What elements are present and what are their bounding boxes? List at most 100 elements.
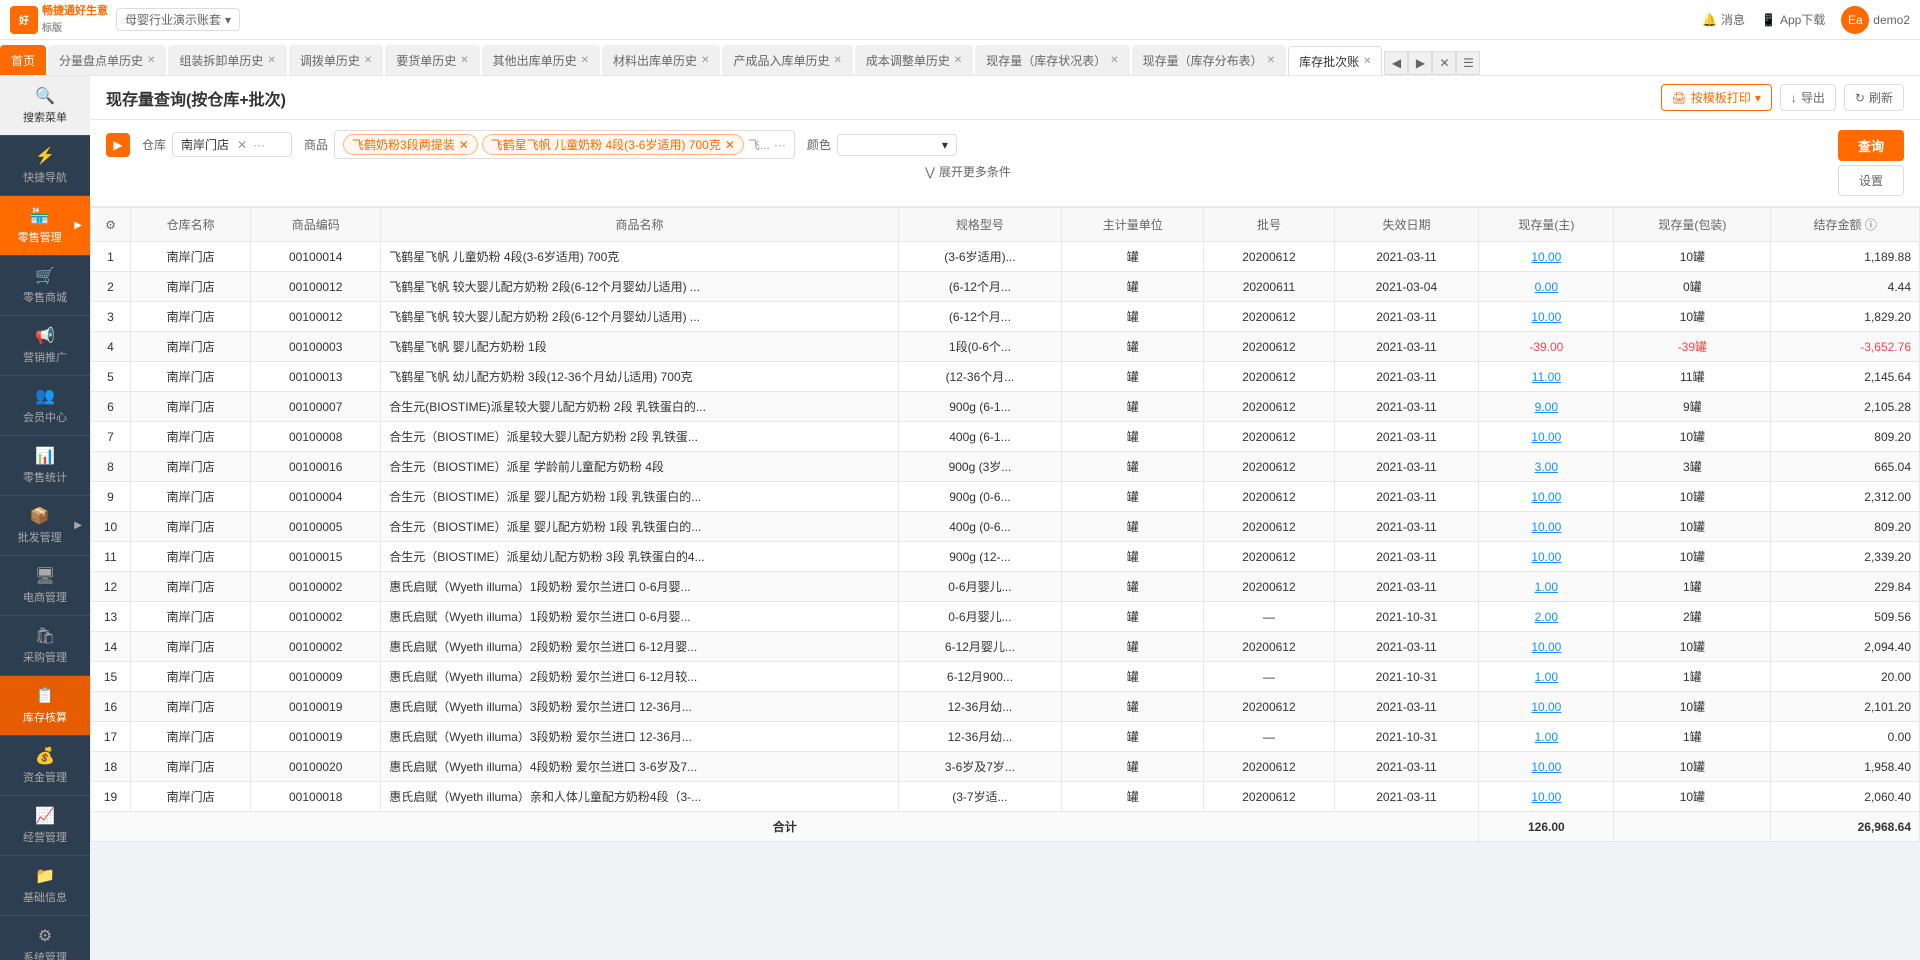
row-qty-main[interactable]: 3.00 bbox=[1479, 452, 1614, 482]
close-icon[interactable]: ✕ bbox=[267, 55, 275, 66]
product-tag-2[interactable]: 飞鹤星飞帆 儿童奶粉 4段(3-6岁适用) 700克 ✕ bbox=[482, 134, 744, 155]
col-qty-main: 现存量(主) bbox=[1479, 208, 1614, 242]
close-icon[interactable]: ✕ bbox=[1363, 56, 1371, 67]
sidebar-item-wholesale[interactable]: 📦 批发管理 ▶ bbox=[0, 496, 90, 556]
user-area[interactable]: Ea demo2 bbox=[1841, 6, 1910, 34]
tab-zu-chai[interactable]: 组装拆卸单历史 ✕ bbox=[168, 45, 286, 75]
row-qty-main[interactable]: 1.00 bbox=[1479, 662, 1614, 692]
table-row: 13 南岸门店 00100002 惠氏启赋（Wyeth illuma）1段奶粉 … bbox=[91, 602, 1920, 632]
row-qty-main[interactable]: 2.00 bbox=[1479, 602, 1614, 632]
product-tag-1[interactable]: 飞鹤奶粉3段两提装 ✕ bbox=[343, 134, 478, 155]
tab-home[interactable]: 首页 bbox=[0, 45, 46, 75]
sidebar-item-purchase[interactable]: 🛍 采购管理 bbox=[0, 616, 90, 676]
query-button[interactable]: 查询 bbox=[1838, 130, 1904, 161]
tab-cheng-ben[interactable]: 成本调整单历史 ✕ bbox=[855, 45, 973, 75]
tab-ku-cun-zhuang[interactable]: 现存量（库存状况表） ✕ bbox=[975, 45, 1129, 75]
tab-yao-huo[interactable]: 要货单历史 ✕ bbox=[385, 45, 479, 75]
row-qty-pkg: 1罐 bbox=[1614, 662, 1771, 692]
template-print-button[interactable]: 🖨 按模板打印 ▾ bbox=[1661, 84, 1772, 111]
nav-arrow-left[interactable]: ◀ bbox=[1384, 51, 1408, 75]
nav-close-all[interactable]: ✕ bbox=[1432, 51, 1456, 75]
row-qty-main[interactable]: 10.00 bbox=[1479, 692, 1614, 722]
close-icon[interactable]: ✕ bbox=[364, 55, 372, 66]
row-name: 飞鹤星飞帆 儿童奶粉 4段(3-6岁适用) 700克 bbox=[381, 242, 899, 272]
row-qty-main[interactable]: -39.00 bbox=[1479, 332, 1614, 362]
col-settings[interactable]: ⚙ bbox=[91, 208, 131, 242]
tab-tiao-bo[interactable]: 调拨单历史 ✕ bbox=[289, 45, 383, 75]
sidebar-item-quick[interactable]: ⚡ 快捷导航 bbox=[0, 136, 90, 196]
sidebar-item-base[interactable]: 📁 基础信息 bbox=[0, 856, 90, 916]
row-expire: 2021-03-11 bbox=[1334, 692, 1479, 722]
row-qty-main[interactable]: 0.00 bbox=[1479, 272, 1614, 302]
row-name: 惠氏启赋（Wyeth illuma）1段奶粉 爱尔兰进口 0-6月婴... bbox=[381, 602, 899, 632]
row-qty-main[interactable]: 10.00 bbox=[1479, 782, 1614, 812]
row-qty-main[interactable]: 10.00 bbox=[1479, 482, 1614, 512]
row-qty-main[interactable]: 1.00 bbox=[1479, 722, 1614, 752]
sidebar-item-operation[interactable]: 📈 经营管理 bbox=[0, 796, 90, 856]
close-icon[interactable]: ✕ bbox=[581, 55, 589, 66]
more-tags[interactable]: 飞... bbox=[748, 136, 770, 153]
close-icon[interactable]: ✕ bbox=[833, 55, 841, 66]
sidebar-item-retail-shop[interactable]: 🛒 零售商城 bbox=[0, 256, 90, 316]
export-button[interactable]: ↓ 导出 bbox=[1780, 84, 1836, 111]
row-no: 4 bbox=[91, 332, 131, 362]
close-icon[interactable]: ✕ bbox=[460, 55, 468, 66]
tab-other-out[interactable]: 其他出库单历史 ✕ bbox=[482, 45, 600, 75]
product-input[interactable]: 飞鹤奶粉3段两提装 ✕ 飞鹤星飞帆 儿童奶粉 4段(3-6岁适用) 700克 ✕… bbox=[334, 130, 795, 159]
row-qty-main[interactable]: 10.00 bbox=[1479, 542, 1614, 572]
close-icon[interactable]: ✕ bbox=[237, 138, 247, 152]
nav-menu[interactable]: ☰ bbox=[1456, 51, 1480, 75]
close-icon[interactable]: ✕ bbox=[954, 55, 962, 66]
tab-fen-pan[interactable]: 分量盘点单历史 ✕ bbox=[48, 45, 166, 75]
col-unit: 主计量单位 bbox=[1062, 208, 1204, 242]
refresh-button[interactable]: ↻ 刷新 bbox=[1844, 84, 1904, 111]
tab-pi-ci[interactable]: 库存批次账 ✕ bbox=[1288, 46, 1382, 76]
expand-button[interactable]: ⋁ 展开更多条件 bbox=[925, 163, 1011, 180]
row-amount: 1,189.88 bbox=[1771, 242, 1920, 272]
close-icon[interactable]: ✕ bbox=[1110, 55, 1118, 66]
row-no: 19 bbox=[91, 782, 131, 812]
row-qty-main[interactable]: 10.00 bbox=[1479, 632, 1614, 662]
sidebar-item-marketing[interactable]: 📢 营销推广 bbox=[0, 316, 90, 376]
close-icon[interactable]: ✕ bbox=[1267, 55, 1275, 66]
sidebar-item-ecommerce[interactable]: 🖥 电商管理 bbox=[0, 556, 90, 616]
expand-filter-button[interactable]: ▶ bbox=[106, 133, 130, 157]
row-qty-main[interactable]: 9.00 bbox=[1479, 392, 1614, 422]
sidebar-item-retail-stat[interactable]: 📊 零售统计 bbox=[0, 436, 90, 496]
row-qty-main[interactable]: 10.00 bbox=[1479, 752, 1614, 782]
row-amount: 1,958.40 bbox=[1771, 752, 1920, 782]
close-icon[interactable]: ✕ bbox=[147, 55, 155, 66]
lightning-icon: ⚡ bbox=[35, 146, 55, 166]
sidebar-item-finance[interactable]: 💰 资金管理 bbox=[0, 736, 90, 796]
workspace-selector[interactable]: 母婴行业演示账套 ▾ bbox=[116, 8, 240, 31]
row-expire: 2021-03-11 bbox=[1334, 512, 1479, 542]
tab-chan-pin[interactable]: 产成品入库单历史 ✕ bbox=[722, 45, 852, 75]
sidebar-item-search[interactable]: 🔍 搜索菜单 bbox=[0, 76, 90, 136]
row-batch: 20200612 bbox=[1204, 482, 1334, 512]
tag-close-icon[interactable]: ✕ bbox=[725, 138, 735, 152]
sidebar-item-inventory[interactable]: 📋 库存核算 bbox=[0, 676, 90, 736]
row-qty-main[interactable]: 1.00 bbox=[1479, 572, 1614, 602]
row-qty-main[interactable]: 10.00 bbox=[1479, 512, 1614, 542]
close-icon[interactable]: ✕ bbox=[701, 55, 709, 66]
message-button[interactable]: 🔔 消息 bbox=[1702, 11, 1745, 28]
row-code: 00100007 bbox=[251, 392, 381, 422]
row-qty-main[interactable]: 10.00 bbox=[1479, 422, 1614, 452]
nav-arrow-right[interactable]: ▶ bbox=[1408, 51, 1432, 75]
sidebar-item-retail[interactable]: 🏪 零售管理 ▶ bbox=[0, 196, 90, 256]
row-qty-main[interactable]: 11.00 bbox=[1479, 362, 1614, 392]
table-row: 15 南岸门店 00100009 惠氏启赋（Wyeth illuma）2段奶粉 … bbox=[91, 662, 1920, 692]
tab-ku-cun-fen[interactable]: 现存量（库存分布表） ✕ bbox=[1132, 45, 1286, 75]
row-expire: 2021-03-11 bbox=[1334, 302, 1479, 332]
settings-button[interactable]: 设置 bbox=[1838, 165, 1904, 196]
tag-close-icon[interactable]: ✕ bbox=[459, 138, 469, 152]
tab-cai-liao[interactable]: 材料出库单历史 ✕ bbox=[602, 45, 720, 75]
row-qty-main[interactable]: 10.00 bbox=[1479, 242, 1614, 272]
table-row: 12 南岸门店 00100002 惠氏启赋（Wyeth illuma）1段奶粉 … bbox=[91, 572, 1920, 602]
warehouse-input[interactable]: 南岸门店 ✕ ··· bbox=[172, 132, 292, 157]
app-download-button[interactable]: 📱 App下载 bbox=[1761, 11, 1825, 28]
sidebar-item-system[interactable]: ⚙ 系统管理 bbox=[0, 916, 90, 960]
color-input[interactable]: ▾ bbox=[837, 134, 957, 156]
row-qty-main[interactable]: 10.00 bbox=[1479, 302, 1614, 332]
sidebar-item-member[interactable]: 👥 会员中心 bbox=[0, 376, 90, 436]
